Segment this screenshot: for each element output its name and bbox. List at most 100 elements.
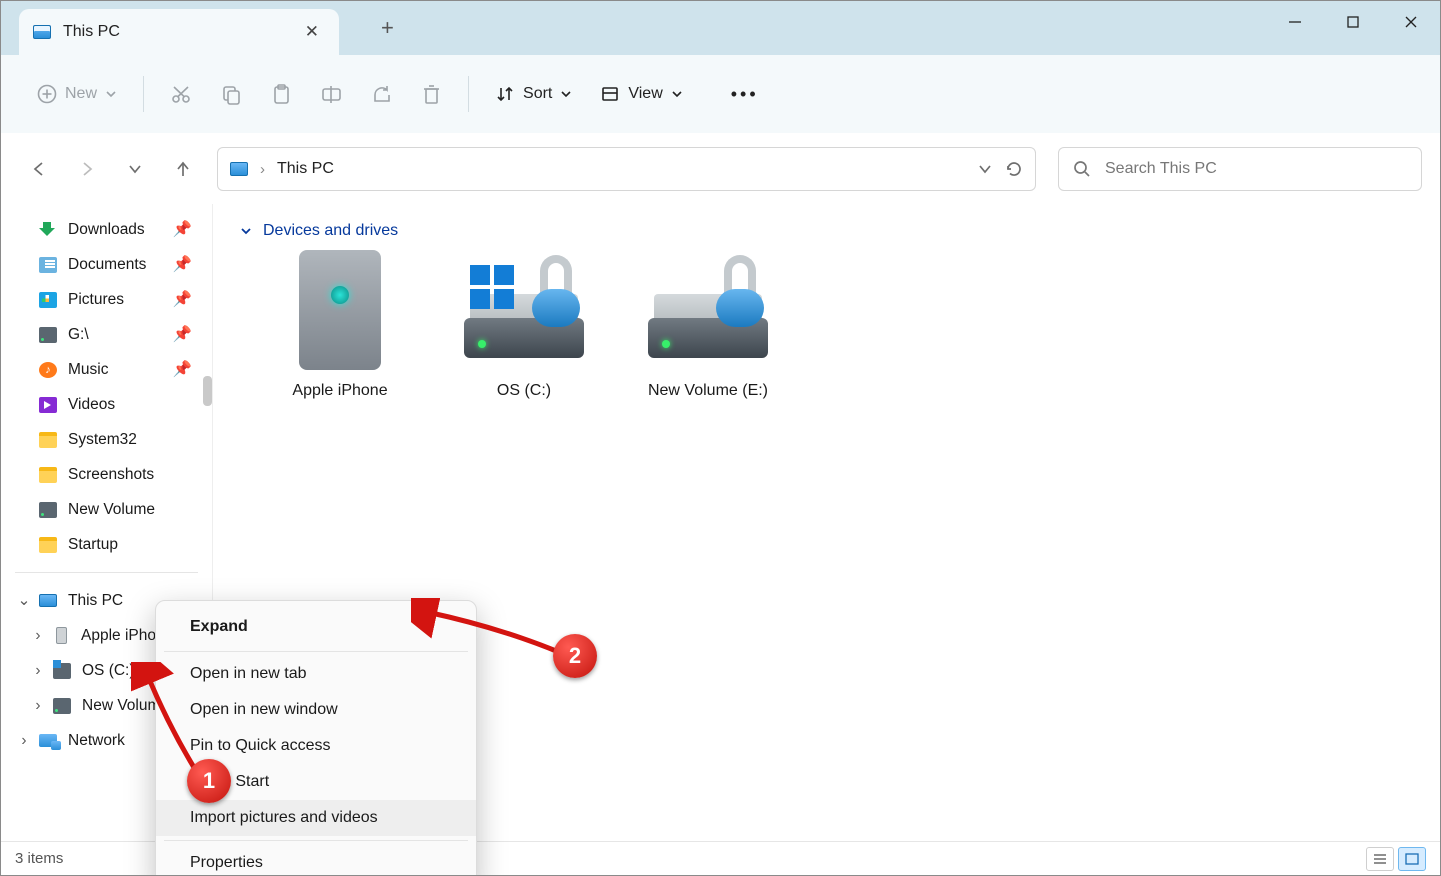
- device-icon: [280, 250, 400, 370]
- explorer-window: This PC ✕ + New Sort View: [0, 0, 1441, 876]
- group-header-devices[interactable]: Devices and drives: [239, 222, 1422, 240]
- sidebar-item-g-drive[interactable]: G:\📌: [1, 317, 212, 352]
- refresh-button[interactable]: [1005, 149, 1023, 189]
- os-drive-icon: [53, 663, 71, 679]
- delete-button[interactable]: [408, 75, 454, 113]
- search-placeholder: Search This PC: [1105, 160, 1217, 178]
- chevron-down-icon: [671, 88, 683, 100]
- plus-circle-icon: [37, 84, 57, 104]
- sidebar-item-pictures[interactable]: Pictures📌: [1, 282, 212, 317]
- up-button[interactable]: [163, 149, 203, 189]
- chevron-right-icon[interactable]: ›: [27, 697, 49, 715]
- sidebar-label: Documents: [68, 256, 146, 274]
- documents-icon: [39, 257, 57, 273]
- rename-button[interactable]: [308, 75, 354, 113]
- sort-label: Sort: [523, 85, 552, 103]
- drive-label: OS (C:): [497, 382, 551, 400]
- sidebar-item-videos[interactable]: Videos: [1, 387, 212, 422]
- chevron-down-icon: [239, 224, 253, 238]
- group-title: Devices and drives: [263, 222, 398, 240]
- view-label: View: [628, 85, 662, 103]
- network-icon: [39, 734, 57, 747]
- recent-button[interactable]: [115, 149, 155, 189]
- pin-icon: 📌: [173, 255, 192, 274]
- drive-icon: [39, 327, 57, 343]
- share-icon: [370, 83, 392, 105]
- pc-icon: [39, 594, 57, 607]
- sidebar-item-downloads[interactable]: Downloads📌: [1, 212, 212, 247]
- drive-os-c[interactable]: OS (C:): [449, 250, 599, 400]
- new-tab-button[interactable]: +: [369, 5, 406, 51]
- scissors-icon: [170, 83, 192, 105]
- locked-drive-icon: [648, 250, 768, 370]
- tiles-view-button[interactable]: [1398, 847, 1426, 871]
- sidebar-item-screenshots[interactable]: Screenshots: [1, 457, 212, 492]
- search-icon: [1073, 160, 1091, 178]
- drive-icon: [39, 502, 57, 518]
- drive-label: Apple iPhone: [292, 382, 387, 400]
- videos-icon: [39, 397, 57, 413]
- details-view-button[interactable]: [1366, 847, 1394, 871]
- folder-icon: [39, 537, 57, 553]
- chevron-right-icon[interactable]: ›: [27, 627, 49, 645]
- folder-icon: [39, 467, 57, 483]
- new-button[interactable]: New: [25, 76, 129, 112]
- pin-icon: 📌: [173, 220, 192, 239]
- ctx-import-pictures-videos[interactable]: Import pictures and videos: [156, 800, 476, 836]
- close-button[interactable]: [1382, 1, 1440, 43]
- maximize-button[interactable]: [1324, 1, 1382, 43]
- sidebar-label: System32: [68, 431, 137, 449]
- share-button[interactable]: [358, 75, 404, 113]
- address-dropdown[interactable]: [977, 149, 993, 189]
- forward-button[interactable]: [67, 149, 107, 189]
- tab-close-button[interactable]: ✕: [299, 18, 325, 46]
- scrollbar-thumb[interactable]: [203, 376, 212, 406]
- ctx-separator: [164, 840, 468, 841]
- sidebar-label: Videos: [68, 396, 115, 414]
- pictures-icon: [39, 292, 57, 308]
- pin-icon: 📌: [173, 360, 192, 379]
- ctx-open-new-window[interactable]: Open in new window: [156, 692, 476, 728]
- chevron-right-icon[interactable]: ›: [27, 662, 49, 680]
- copy-button[interactable]: [208, 75, 254, 113]
- sidebar-label: Network: [68, 732, 125, 750]
- breadcrumb-this-pc[interactable]: This PC: [277, 160, 334, 178]
- sidebar-item-new-volume[interactable]: New Volume: [1, 492, 212, 527]
- cut-button[interactable]: [158, 75, 204, 113]
- address-bar-row: › This PC Search This PC: [1, 134, 1440, 204]
- tab-this-pc[interactable]: This PC ✕: [19, 9, 339, 55]
- more-button[interactable]: •••: [719, 76, 771, 113]
- sort-icon: [495, 84, 515, 104]
- sidebar-item-system32[interactable]: System32: [1, 422, 212, 457]
- sidebar-label: Music: [68, 361, 108, 379]
- sort-button[interactable]: Sort: [483, 76, 584, 112]
- drive-apple-iphone[interactable]: Apple iPhone: [265, 250, 415, 400]
- body: Downloads📌 Documents 📌 Pictures📌 G:\📌 Mus…: [1, 204, 1440, 841]
- view-button[interactable]: View: [588, 76, 694, 112]
- os-drive-icon: [464, 250, 584, 370]
- chevron-right-icon[interactable]: ›: [13, 732, 35, 750]
- search-box[interactable]: Search This PC: [1058, 147, 1422, 191]
- ctx-expand[interactable]: Expand: [156, 609, 476, 647]
- sidebar-label: New Volume: [68, 501, 155, 519]
- window-controls: [1266, 1, 1440, 43]
- sidebar-item-documents[interactable]: Documents 📌: [1, 247, 212, 282]
- chevron-down-icon: [105, 88, 117, 100]
- chevron-down-icon[interactable]: ⌄: [13, 591, 35, 610]
- folder-icon: [39, 432, 57, 448]
- ctx-open-new-tab[interactable]: Open in new tab: [156, 656, 476, 692]
- separator: [143, 76, 144, 112]
- ctx-pin-quick-access[interactable]: Pin to Quick access: [156, 728, 476, 764]
- ctx-pin-start[interactable]: Pin to Start: [156, 764, 476, 800]
- drive-icon: [53, 698, 71, 714]
- address-bar[interactable]: › This PC: [217, 147, 1036, 191]
- context-menu: Expand Open in new tab Open in new windo…: [155, 600, 477, 876]
- back-button[interactable]: [19, 149, 59, 189]
- minimize-button[interactable]: [1266, 1, 1324, 43]
- ctx-properties[interactable]: Properties: [156, 845, 476, 876]
- sidebar-item-music[interactable]: Music 📌: [1, 352, 212, 387]
- paste-button[interactable]: [258, 75, 304, 113]
- drive-new-volume-e[interactable]: New Volume (E:): [633, 250, 783, 400]
- sidebar-item-startup[interactable]: Startup: [1, 527, 212, 562]
- command-bar: New Sort View •••: [1, 55, 1440, 134]
